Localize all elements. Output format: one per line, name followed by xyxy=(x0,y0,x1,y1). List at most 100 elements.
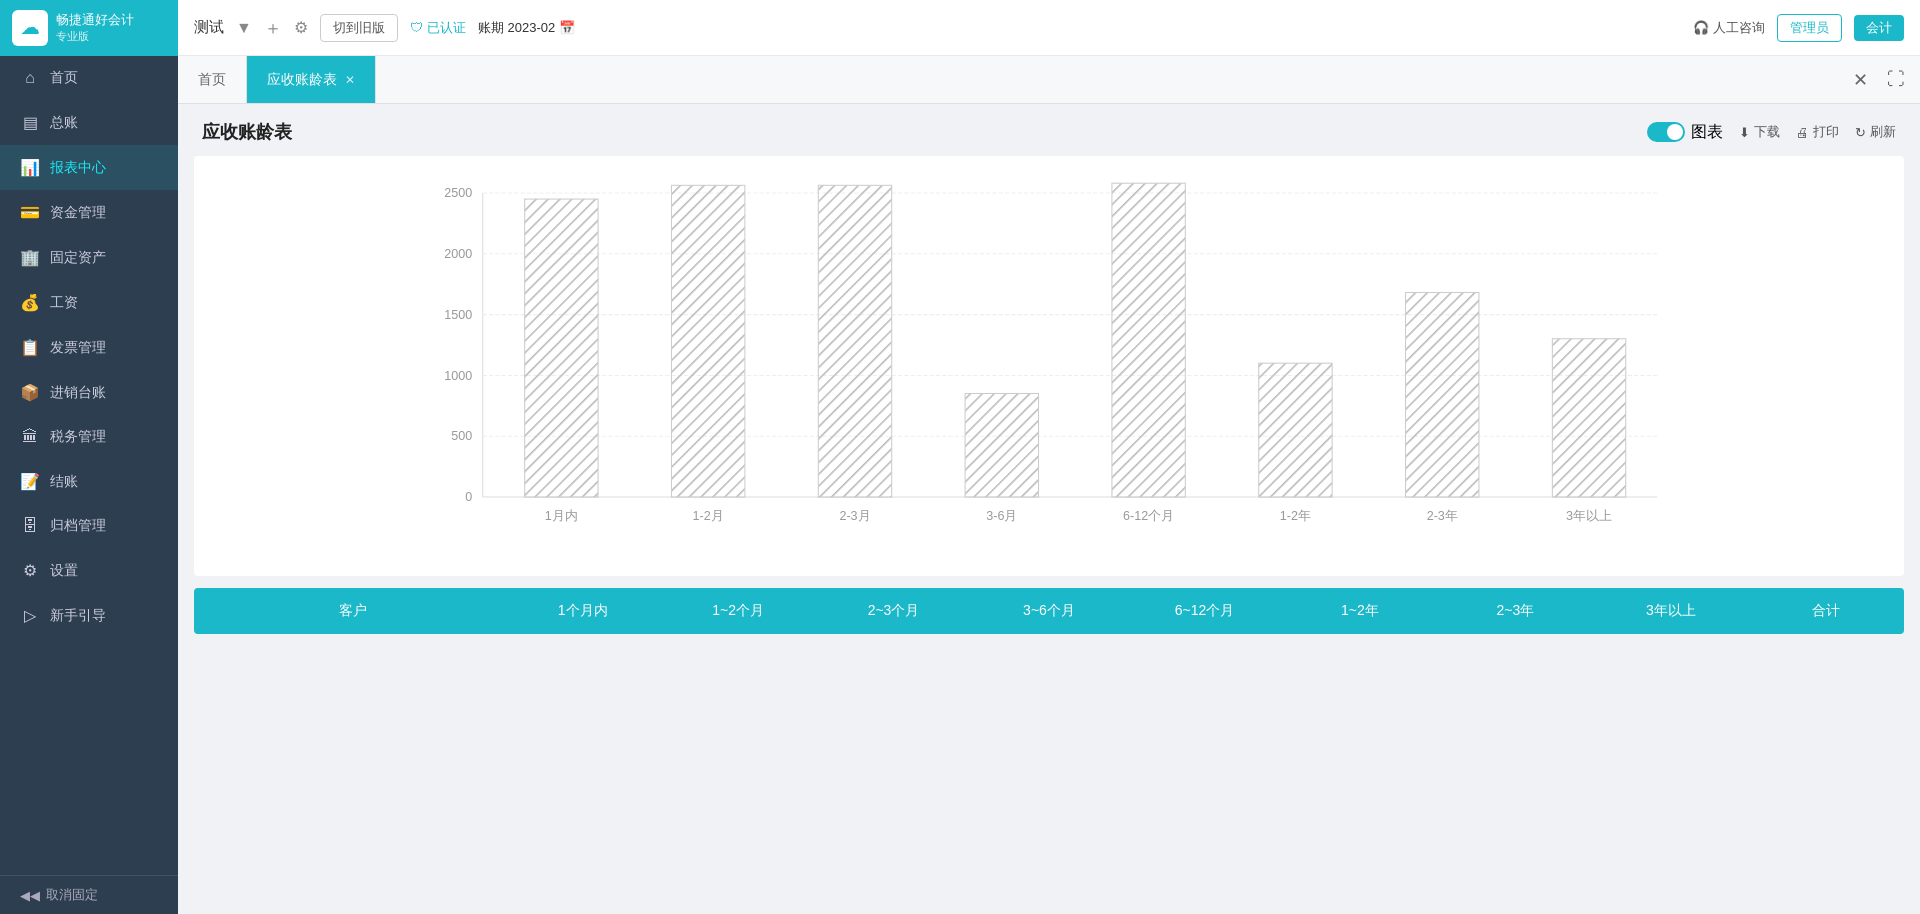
print-button[interactable]: 🖨 打印 xyxy=(1796,123,1839,141)
th-3y-plus: 3年以上 xyxy=(1593,588,1748,634)
dropdown-arrow-icon[interactable]: ▼ xyxy=(236,19,252,37)
sidebar-item-guide[interactable]: ▷ 新手引导 xyxy=(0,593,178,638)
bar-1-2月 xyxy=(671,185,744,497)
content-inner: 应收账龄表 图表 ⬇ 下载 🖨 打印 ↻ xyxy=(178,104,1920,914)
svg-text:500: 500 xyxy=(451,429,472,443)
cancel-fixed-label: 取消固定 xyxy=(46,886,98,904)
tabbar: 首页 应收账龄表 ✕ ✕ ⛶ xyxy=(178,56,1920,104)
page-header: 应收账龄表 图表 ⬇ 下载 🖨 打印 ↻ xyxy=(178,104,1920,156)
sidebar-item-settle[interactable]: 📝 结账 xyxy=(0,459,178,504)
shield-icon: 🛡 xyxy=(410,20,423,35)
svg-text:2000: 2000 xyxy=(444,247,472,261)
tab-close-icon[interactable]: ✕ xyxy=(345,73,355,87)
download-button[interactable]: ⬇ 下载 xyxy=(1739,123,1780,141)
logo-name: 畅捷通好会计 xyxy=(56,12,134,29)
sidebar-label-settle: 结账 xyxy=(50,473,78,491)
page-title: 应收账龄表 xyxy=(202,120,292,144)
tab-home-label: 首页 xyxy=(198,71,226,89)
content: 应收账龄表 图表 ⬇ 下载 🖨 打印 ↻ xyxy=(178,104,1920,914)
consult-label: 人工咨询 xyxy=(1713,19,1765,37)
chart-toggle[interactable] xyxy=(1647,122,1685,142)
th-1-2m: 1~2个月 xyxy=(660,588,815,634)
download-label: 下载 xyxy=(1754,123,1780,141)
refresh-label: 刷新 xyxy=(1870,123,1896,141)
sidebar-item-tax[interactable]: 🏛 税务管理 xyxy=(0,415,178,459)
tab-home[interactable]: 首页 xyxy=(178,56,247,103)
th-customer: 客户 xyxy=(194,588,505,634)
th-total: 合计 xyxy=(1749,588,1904,634)
sidebar-label-funds: 资金管理 xyxy=(50,204,106,222)
sidebar-label-archive: 归档管理 xyxy=(50,517,106,535)
svg-text:1-2年: 1-2年 xyxy=(1280,509,1311,523)
sidebar: ☁ 畅捷通好会计 专业版 ⌂ 首页 ▤ 总账 📊 报表中心 💳 资金管理 🏢 固… xyxy=(0,0,178,914)
th-1-2y: 1~2年 xyxy=(1282,588,1437,634)
old-version-button[interactable]: 切到旧版 xyxy=(320,14,398,42)
sidebar-label-invoice: 发票管理 xyxy=(50,339,106,357)
refresh-icon: ↻ xyxy=(1855,125,1866,140)
refresh-button[interactable]: ↻ 刷新 xyxy=(1855,123,1896,141)
expand-window-btn[interactable]: ⛶ xyxy=(1880,64,1912,96)
sidebar-label-wages: 工资 xyxy=(50,294,78,312)
sidebar-item-reports[interactable]: 📊 报表中心 xyxy=(0,145,178,190)
sidebar-item-wages[interactable]: 💰 工资 xyxy=(0,280,178,325)
sidebar-item-purchase[interactable]: 📦 进销台账 xyxy=(0,370,178,415)
role-button[interactable]: 会计 xyxy=(1854,15,1904,41)
sidebar-label-guide: 新手引导 xyxy=(50,607,106,625)
assets-icon: 🏢 xyxy=(20,248,40,267)
sidebar-item-ledger[interactable]: ▤ 总账 xyxy=(0,100,178,145)
print-icon: 🖨 xyxy=(1796,125,1809,140)
svg-text:2500: 2500 xyxy=(444,186,472,200)
main-area: 测试 ▼ ＋ ⚙ 切到旧版 🛡 已认证 账期 2023-02 📅 🎧 人工咨询 … xyxy=(178,0,1920,914)
svg-text:3-6月: 3-6月 xyxy=(986,509,1017,523)
print-label: 打印 xyxy=(1813,123,1839,141)
bar-3年以上 xyxy=(1552,339,1625,497)
svg-text:1000: 1000 xyxy=(444,369,472,383)
svg-text:0: 0 xyxy=(465,490,472,504)
chart-toggle-wrap: 图表 xyxy=(1647,122,1723,143)
sidebar-label-settings: 设置 xyxy=(50,562,78,580)
settings-icon: ⚙ xyxy=(20,561,40,580)
certified-text: 已认证 xyxy=(427,19,466,37)
home-icon: ⌂ xyxy=(20,69,40,87)
wages-icon: 💰 xyxy=(20,293,40,312)
sidebar-item-settings[interactable]: ⚙ 设置 xyxy=(0,548,178,593)
sidebar-logo: ☁ 畅捷通好会计 专业版 xyxy=(0,0,178,56)
page-actions: 图表 ⬇ 下载 🖨 打印 ↻ 刷新 xyxy=(1647,122,1896,143)
svg-text:2-3月: 2-3月 xyxy=(839,509,870,523)
svg-text:1-2月: 1-2月 xyxy=(693,509,724,523)
bar-1月内 xyxy=(525,199,598,497)
th-2-3m: 2~3个月 xyxy=(816,588,971,634)
pin-icon: ◀◀ xyxy=(20,888,40,903)
sidebar-item-archive[interactable]: 🗄 归档管理 xyxy=(0,504,178,548)
bar-3-6月 xyxy=(965,393,1038,497)
bar-2-3年 xyxy=(1406,292,1479,497)
sidebar-item-home[interactable]: ⌂ 首页 xyxy=(0,56,178,100)
sidebar-menu: ⌂ 首页 ▤ 总账 📊 报表中心 💳 资金管理 🏢 固定资产 💰 工资 📋 发票… xyxy=(0,56,178,875)
cancel-fixed-btn[interactable]: ◀◀ 取消固定 xyxy=(0,875,178,914)
reports-icon: 📊 xyxy=(20,158,40,177)
tab-ar-aging-label: 应收账龄表 xyxy=(267,71,337,89)
add-tab-icon[interactable]: ＋ xyxy=(264,16,282,40)
topbar-title: 测试 xyxy=(194,18,224,37)
settings-icon[interactable]: ⚙ xyxy=(294,18,308,37)
archive-icon: 🗄 xyxy=(20,517,40,535)
close-window-btn[interactable]: ✕ xyxy=(1844,64,1876,96)
svg-text:6-12个月: 6-12个月 xyxy=(1123,509,1174,523)
consult-button[interactable]: 🎧 人工咨询 xyxy=(1693,19,1765,37)
table-header: 客户 1个月内 1~2个月 2~3个月 3~6个月 6~12个月 1~2年 2~… xyxy=(194,588,1904,634)
manager-button[interactable]: 管理员 xyxy=(1777,14,1842,42)
sidebar-item-assets[interactable]: 🏢 固定资产 xyxy=(0,235,178,280)
svg-text:3年以上: 3年以上 xyxy=(1566,509,1612,523)
tab-ar-aging[interactable]: 应收账龄表 ✕ xyxy=(247,56,376,103)
th-6-12m: 6~12个月 xyxy=(1127,588,1282,634)
chart-area: 0 500 1000 1500 2000 2500 xyxy=(194,156,1904,576)
sidebar-label-assets: 固定资产 xyxy=(50,249,106,267)
tab-icon-group: ✕ ⛶ xyxy=(1844,56,1920,103)
sidebar-item-invoice[interactable]: 📋 发票管理 xyxy=(0,325,178,370)
certified-badge: 🛡 已认证 xyxy=(410,19,466,37)
ledger-icon: ▤ xyxy=(20,113,40,132)
sidebar-label-purchase: 进销台账 xyxy=(50,384,106,402)
topbar: 测试 ▼ ＋ ⚙ 切到旧版 🛡 已认证 账期 2023-02 📅 🎧 人工咨询 … xyxy=(178,0,1920,56)
headset-icon: 🎧 xyxy=(1693,20,1709,35)
sidebar-item-funds[interactable]: 💳 资金管理 xyxy=(0,190,178,235)
